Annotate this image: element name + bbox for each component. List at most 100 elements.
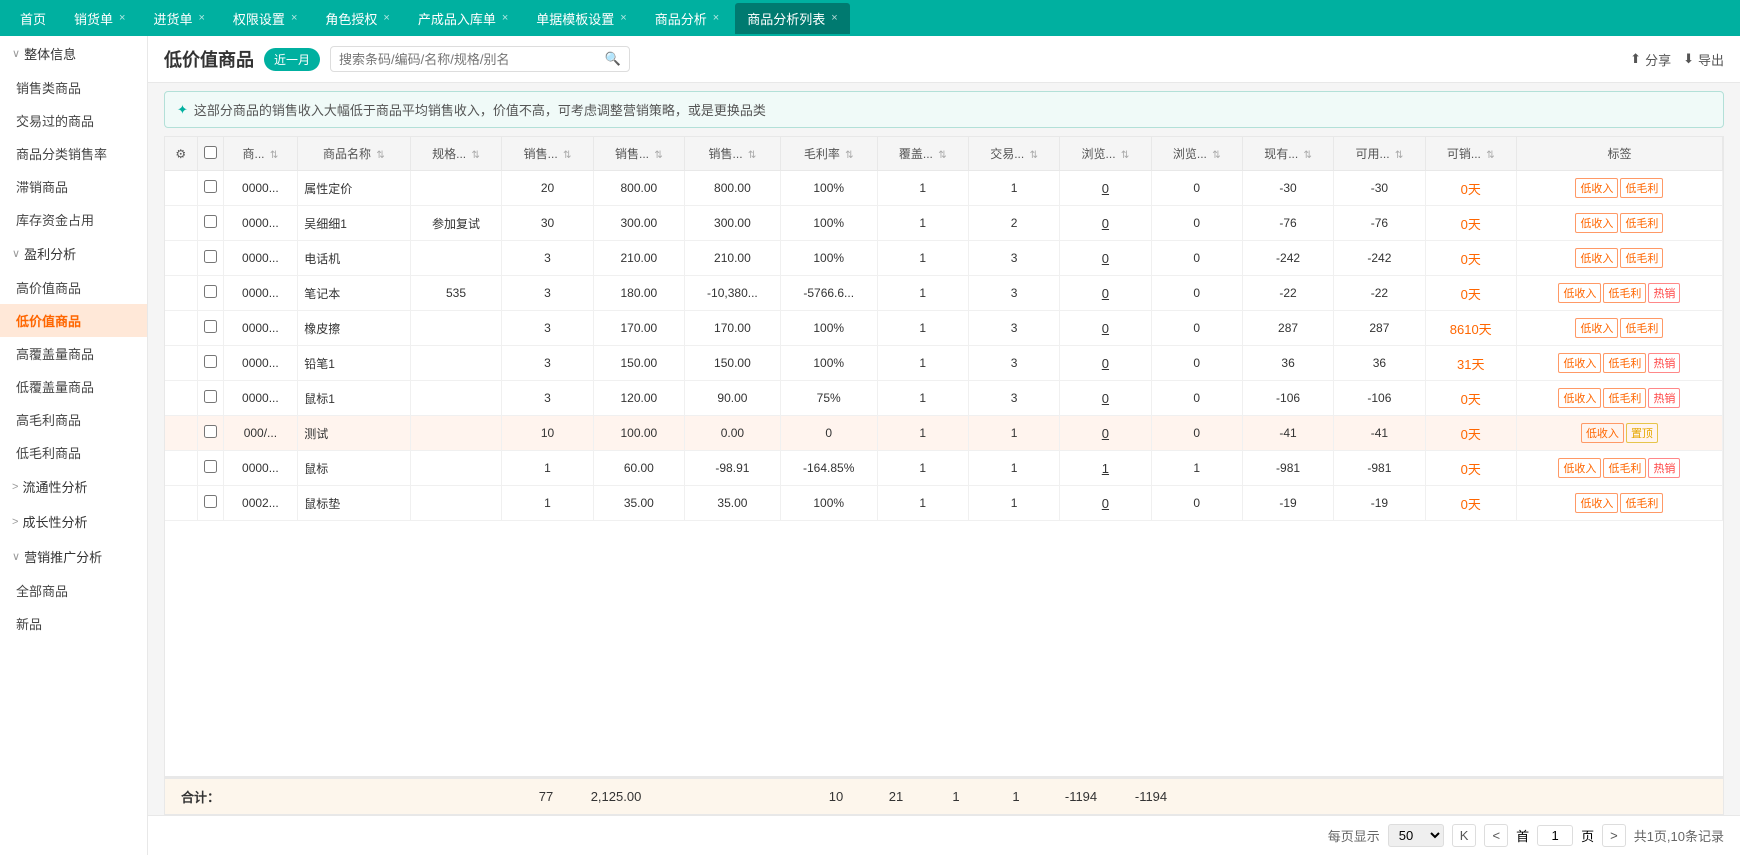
table-row: 0000... 橡皮擦 3 170.00 170.00 100% 1 3 0 0… xyxy=(165,311,1723,346)
th-settings[interactable]: ⚙ xyxy=(165,137,197,171)
td-trade: 3 xyxy=(968,381,1059,416)
nav-products-storage-close[interactable]: × xyxy=(502,12,508,24)
td-view1[interactable]: 0 xyxy=(1060,206,1151,241)
nav-template-settings-close[interactable]: × xyxy=(620,12,626,24)
nav-purchase-order[interactable]: 进货单 × xyxy=(141,3,216,34)
row-checkbox[interactable] xyxy=(204,425,217,438)
td-view1[interactable]: 0 xyxy=(1060,486,1151,521)
td-sales-cost: -10,380... xyxy=(685,276,781,311)
nav-product-analysis[interactable]: 商品分析 × xyxy=(643,3,731,34)
tag-badge: 低毛利 xyxy=(1603,458,1646,478)
nav-home[interactable]: 首页 xyxy=(8,3,58,34)
td-current-stock: -30 xyxy=(1242,171,1333,206)
footer-view1: 1 xyxy=(926,789,986,804)
share-button[interactable]: ⬆ 分享 xyxy=(1630,50,1671,69)
td-code: 0000... xyxy=(223,311,298,346)
nav-permissions[interactable]: 权限设置 × xyxy=(221,3,309,34)
td-view1[interactable]: 1 xyxy=(1060,451,1151,486)
td-view1[interactable]: 0 xyxy=(1060,171,1151,206)
td-view1[interactable]: 0 xyxy=(1060,416,1151,451)
td-sales-cost: 90.00 xyxy=(685,381,781,416)
sidebar-item-traded-products[interactable]: 交易过的商品 xyxy=(0,104,147,137)
row-checkbox[interactable] xyxy=(204,250,217,263)
td-days: 0天 xyxy=(1425,381,1516,416)
td-code: 000/... xyxy=(223,416,298,451)
td-coverage: 1 xyxy=(877,416,968,451)
sidebar-item-low-margin[interactable]: 低毛利商品 xyxy=(0,436,147,469)
sidebar-section-growth[interactable]: > 成长性分析 xyxy=(0,504,147,539)
sidebar-item-category-sales-rate[interactable]: 商品分类销售率 xyxy=(0,137,147,170)
td-view1[interactable]: 0 xyxy=(1060,276,1151,311)
th-name: 商品名称 ⇅ xyxy=(298,137,410,171)
sidebar-section-marketing[interactable]: ∨ 营销推广分析 xyxy=(0,539,147,574)
row-checkbox[interactable] xyxy=(204,495,217,508)
period-button[interactable]: 近一月 xyxy=(264,48,320,71)
td-settings xyxy=(165,311,197,346)
sidebar-item-high-coverage[interactable]: 高覆盖量商品 xyxy=(0,337,147,370)
page-size-select[interactable]: 50 100 200 xyxy=(1388,824,1444,847)
footer-spacer xyxy=(236,789,516,804)
sidebar-item-new-products[interactable]: 新品 xyxy=(0,607,147,640)
table-row: 0000... 电话机 3 210.00 210.00 100% 1 3 0 0… xyxy=(165,241,1723,276)
sidebar-item-sales-products[interactable]: 销售类商品 xyxy=(0,71,147,104)
sidebar-item-all-products[interactable]: 全部商品 xyxy=(0,574,147,607)
sidebar-item-low-value[interactable]: 低价值商品 xyxy=(0,304,147,337)
td-gross-margin: 0 xyxy=(780,416,877,451)
nav-permissions-close[interactable]: × xyxy=(291,12,297,24)
row-checkbox[interactable] xyxy=(204,180,217,193)
sidebar-section-overview[interactable]: ∨ 整体信息 xyxy=(0,36,147,71)
row-checkbox[interactable] xyxy=(204,390,217,403)
sidebar-item-low-coverage[interactable]: 低覆盖量商品 xyxy=(0,370,147,403)
nav-products-storage[interactable]: 产成品入库单 × xyxy=(406,3,520,34)
th-saleable-stock: 可销... ⇅ xyxy=(1425,137,1516,171)
tag-badge: 低收入 xyxy=(1558,458,1601,478)
select-all-checkbox[interactable] xyxy=(204,146,217,159)
row-checkbox[interactable] xyxy=(204,460,217,473)
page-number-input[interactable] xyxy=(1537,825,1573,846)
first-page-button[interactable]: K xyxy=(1452,824,1477,847)
td-trade: 2 xyxy=(968,206,1059,241)
td-coverage: 1 xyxy=(877,486,968,521)
sidebar-section-liquidity[interactable]: > 流通性分析 xyxy=(0,469,147,504)
prev-page-button[interactable]: < xyxy=(1484,824,1508,847)
search-input[interactable] xyxy=(339,52,601,67)
nav-role-auth-close[interactable]: × xyxy=(383,12,389,24)
td-view1[interactable]: 0 xyxy=(1060,346,1151,381)
sidebar-item-high-margin[interactable]: 高毛利商品 xyxy=(0,403,147,436)
nav-template-settings[interactable]: 单据模板设置 × xyxy=(524,3,638,34)
td-view2: 0 xyxy=(1151,416,1242,451)
td-name: 鼠标1 xyxy=(298,381,410,416)
nav-sales-order-close[interactable]: × xyxy=(119,12,125,24)
td-view1[interactable]: 0 xyxy=(1060,311,1151,346)
sidebar-item-high-value[interactable]: 高价值商品 xyxy=(0,271,147,304)
sidebar-section-profit[interactable]: ∨ 盈利分析 xyxy=(0,236,147,271)
next-page-button[interactable]: > xyxy=(1602,824,1626,847)
td-view2: 0 xyxy=(1151,381,1242,416)
nav-product-analysis-list[interactable]: 商品分析列表 × xyxy=(735,3,849,34)
th-checkbox[interactable] xyxy=(197,137,223,171)
td-code: 0000... xyxy=(223,241,298,276)
export-button[interactable]: ⬇ 导出 xyxy=(1683,50,1724,69)
td-sales-price: 300.00 xyxy=(593,206,684,241)
row-checkbox[interactable] xyxy=(204,285,217,298)
table-row: 0000... 铅笔1 3 150.00 150.00 100% 1 3 0 0… xyxy=(165,346,1723,381)
td-view1[interactable]: 0 xyxy=(1060,241,1151,276)
search-box[interactable]: 🔍 xyxy=(330,46,630,72)
td-tags: 低收入低毛利 xyxy=(1516,486,1722,521)
nav-sales-order[interactable]: 销货单 × xyxy=(62,3,137,34)
td-sales-cost: -98.91 xyxy=(685,451,781,486)
nav-role-auth[interactable]: 角色授权 × xyxy=(313,3,401,34)
row-checkbox[interactable] xyxy=(204,320,217,333)
data-table-container[interactable]: ⚙ 商... ⇅ 商品名称 ⇅ 规格... ⇅ 销售... ⇅ 销售... ⇅ … xyxy=(164,136,1724,777)
row-checkbox[interactable] xyxy=(204,355,217,368)
row-checkbox[interactable] xyxy=(204,215,217,228)
nav-product-analysis-list-close[interactable]: × xyxy=(831,12,837,24)
nav-product-analysis-close[interactable]: × xyxy=(713,12,719,24)
td-coverage: 1 xyxy=(877,206,968,241)
nav-purchase-order-close[interactable]: × xyxy=(198,12,204,24)
td-view1[interactable]: 0 xyxy=(1060,381,1151,416)
sidebar-item-inventory-capital[interactable]: 库存资金占用 xyxy=(0,203,147,236)
sidebar-item-slow-moving[interactable]: 滞销商品 xyxy=(0,170,147,203)
search-icon[interactable]: 🔍 xyxy=(605,51,621,67)
footer-sales-cost xyxy=(656,789,736,804)
